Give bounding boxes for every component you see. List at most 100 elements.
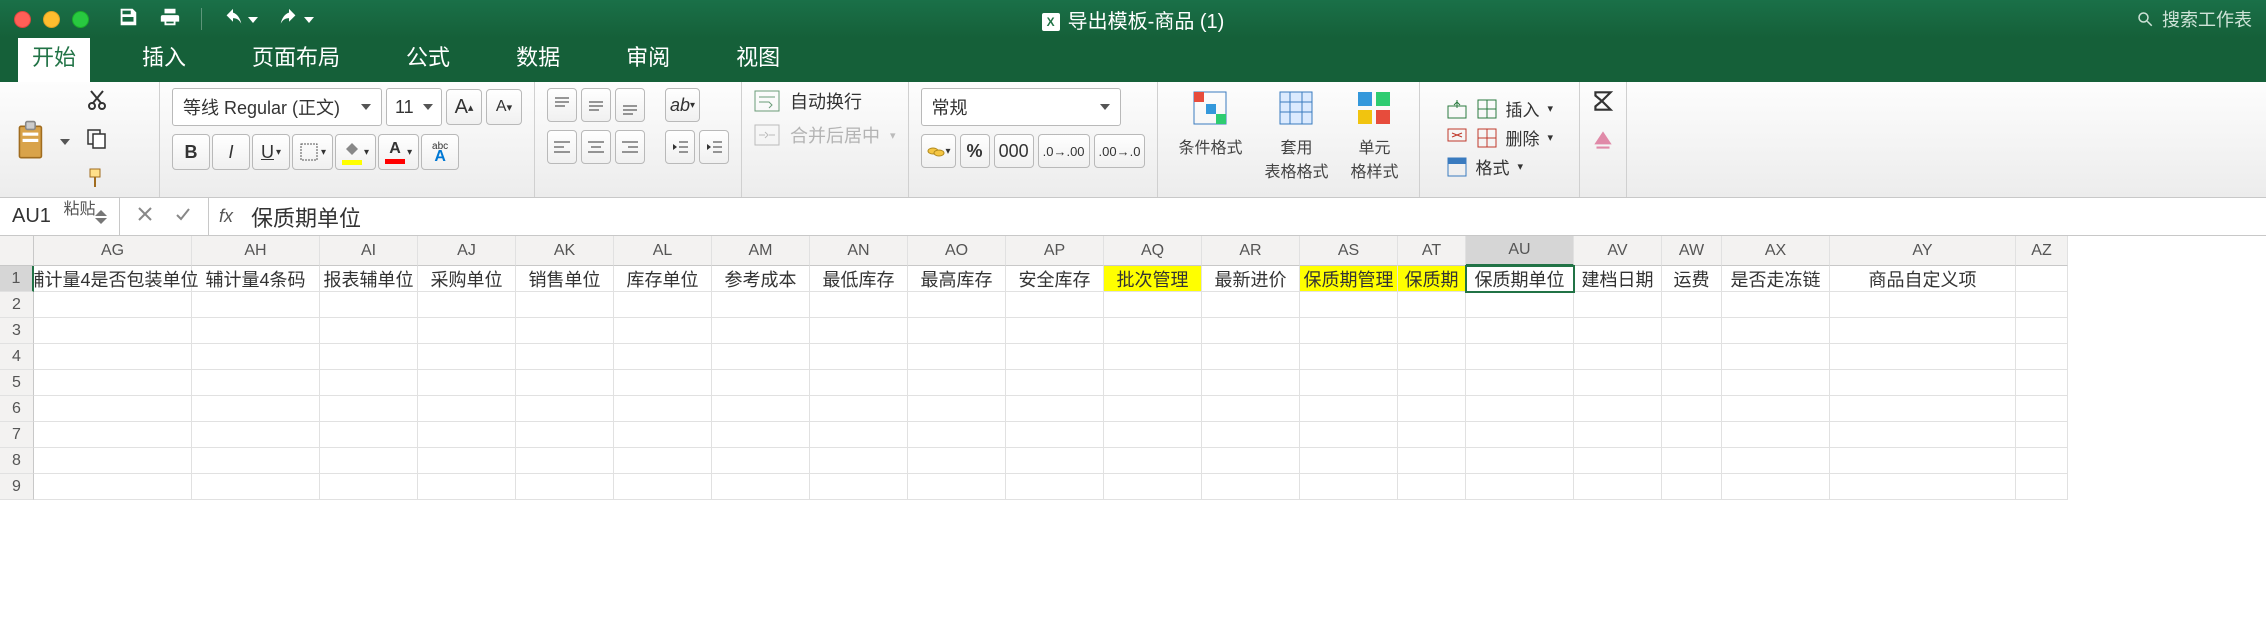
- cell-AI6[interactable]: [320, 396, 418, 422]
- cell-AG2[interactable]: [34, 292, 192, 318]
- cell-AW5[interactable]: [1662, 370, 1722, 396]
- close-window-button[interactable]: [14, 11, 31, 28]
- cell-AH8[interactable]: [192, 448, 320, 474]
- column-header-AY[interactable]: AY: [1830, 236, 2016, 266]
- cell-AI9[interactable]: [320, 474, 418, 500]
- border-button[interactable]: ▾: [292, 134, 333, 170]
- cell-AX9[interactable]: [1722, 474, 1830, 500]
- cell-AV7[interactable]: [1574, 422, 1662, 448]
- cell-AP2[interactable]: [1006, 292, 1104, 318]
- cell-AT1[interactable]: 保质期: [1398, 266, 1466, 292]
- cell-AM6[interactable]: [712, 396, 810, 422]
- cell-AQ4[interactable]: [1104, 344, 1202, 370]
- row-header-6[interactable]: 6: [0, 396, 34, 422]
- column-header-AP[interactable]: AP: [1006, 236, 1104, 266]
- cell-AK8[interactable]: [516, 448, 614, 474]
- column-header-AS[interactable]: AS: [1300, 236, 1398, 266]
- cell-AV4[interactable]: [1574, 344, 1662, 370]
- cell-AR6[interactable]: [1202, 396, 1300, 422]
- cell-AR4[interactable]: [1202, 344, 1300, 370]
- cell-AN7[interactable]: [810, 422, 908, 448]
- name-box[interactable]: AU1: [0, 198, 120, 235]
- cell-AR7[interactable]: [1202, 422, 1300, 448]
- tab-data[interactable]: 数据: [502, 32, 574, 82]
- cell-AV8[interactable]: [1574, 448, 1662, 474]
- cell-AV2[interactable]: [1574, 292, 1662, 318]
- column-header-AM[interactable]: AM: [712, 236, 810, 266]
- cell-AO5[interactable]: [908, 370, 1006, 396]
- cell-AJ6[interactable]: [418, 396, 516, 422]
- copy-button[interactable]: [84, 127, 110, 156]
- row-header-2[interactable]: 2: [0, 292, 34, 318]
- cell-AH5[interactable]: [192, 370, 320, 396]
- cell-AN9[interactable]: [810, 474, 908, 500]
- align-top-button[interactable]: [547, 88, 577, 122]
- cell-AH3[interactable]: [192, 318, 320, 344]
- tab-review[interactable]: 审阅: [612, 32, 684, 82]
- cell-AP5[interactable]: [1006, 370, 1104, 396]
- column-header-AX[interactable]: AX: [1722, 236, 1830, 266]
- cell-AJ5[interactable]: [418, 370, 516, 396]
- cell-AX2[interactable]: [1722, 292, 1830, 318]
- column-header-AO[interactable]: AO: [908, 236, 1006, 266]
- cell-AM8[interactable]: [712, 448, 810, 474]
- cell-AH2[interactable]: [192, 292, 320, 318]
- cell-AT4[interactable]: [1398, 344, 1466, 370]
- cell-AQ5[interactable]: [1104, 370, 1202, 396]
- cell-AK2[interactable]: [516, 292, 614, 318]
- cell-AN5[interactable]: [810, 370, 908, 396]
- cell-AN4[interactable]: [810, 344, 908, 370]
- cell-AI3[interactable]: [320, 318, 418, 344]
- cell-AG3[interactable]: [34, 318, 192, 344]
- cell-AN6[interactable]: [810, 396, 908, 422]
- cell-AQ8[interactable]: [1104, 448, 1202, 474]
- cell-AR5[interactable]: [1202, 370, 1300, 396]
- column-header-AL[interactable]: AL: [614, 236, 712, 266]
- cell-AS9[interactable]: [1300, 474, 1398, 500]
- cell-AR1[interactable]: 最新进价: [1202, 266, 1300, 292]
- cell-AK9[interactable]: [516, 474, 614, 500]
- decrease-decimal-button[interactable]: .00→.0: [1094, 134, 1146, 168]
- cell-AT8[interactable]: [1398, 448, 1466, 474]
- cell-AZ9[interactable]: [2016, 474, 2068, 500]
- cell-AO2[interactable]: [908, 292, 1006, 318]
- cell-AL9[interactable]: [614, 474, 712, 500]
- print-icon[interactable]: [159, 6, 181, 33]
- cell-AH1[interactable]: 辅计量4条码: [192, 266, 320, 292]
- cell-AG6[interactable]: [34, 396, 192, 422]
- cell-AV3[interactable]: [1574, 318, 1662, 344]
- format-cells-button[interactable]: 格式▾: [1446, 154, 1554, 179]
- align-middle-button[interactable]: [581, 88, 611, 122]
- cell-AY7[interactable]: [1830, 422, 2016, 448]
- cell-AS1[interactable]: 保质期管理: [1300, 266, 1398, 292]
- row-header-8[interactable]: 8: [0, 448, 34, 474]
- increase-indent-button[interactable]: [699, 130, 729, 164]
- cell-AL8[interactable]: [614, 448, 712, 474]
- cell-AM7[interactable]: [712, 422, 810, 448]
- clear-button[interactable]: [1590, 127, 1616, 158]
- cell-AY2[interactable]: [1830, 292, 2016, 318]
- cell-AW9[interactable]: [1662, 474, 1722, 500]
- cell-AU7[interactable]: [1466, 422, 1574, 448]
- table-format-button[interactable]: 套用 表格格式: [1264, 88, 1328, 182]
- cell-AR9[interactable]: [1202, 474, 1300, 500]
- confirm-edit-button[interactable]: [174, 205, 192, 228]
- cell-AY8[interactable]: [1830, 448, 2016, 474]
- merge-center-button[interactable]: 合并后居中: [790, 122, 880, 148]
- column-header-AU[interactable]: AU: [1466, 236, 1574, 266]
- save-icon[interactable]: [117, 6, 139, 33]
- cell-AO4[interactable]: [908, 344, 1006, 370]
- cell-AY6[interactable]: [1830, 396, 2016, 422]
- maximize-window-button[interactable]: [72, 11, 89, 28]
- search-box[interactable]: 搜索工作表: [2136, 6, 2252, 32]
- cell-AX4[interactable]: [1722, 344, 1830, 370]
- tab-formula[interactable]: 公式: [392, 32, 464, 82]
- cell-AS5[interactable]: [1300, 370, 1398, 396]
- cell-AR2[interactable]: [1202, 292, 1300, 318]
- column-header-AZ[interactable]: AZ: [2016, 236, 2068, 266]
- cell-AP3[interactable]: [1006, 318, 1104, 344]
- cell-AJ1[interactable]: 采购单位: [418, 266, 516, 292]
- cell-AJ8[interactable]: [418, 448, 516, 474]
- cell-AN1[interactable]: 最低库存: [810, 266, 908, 292]
- formula-content[interactable]: 保质期单位: [243, 201, 361, 233]
